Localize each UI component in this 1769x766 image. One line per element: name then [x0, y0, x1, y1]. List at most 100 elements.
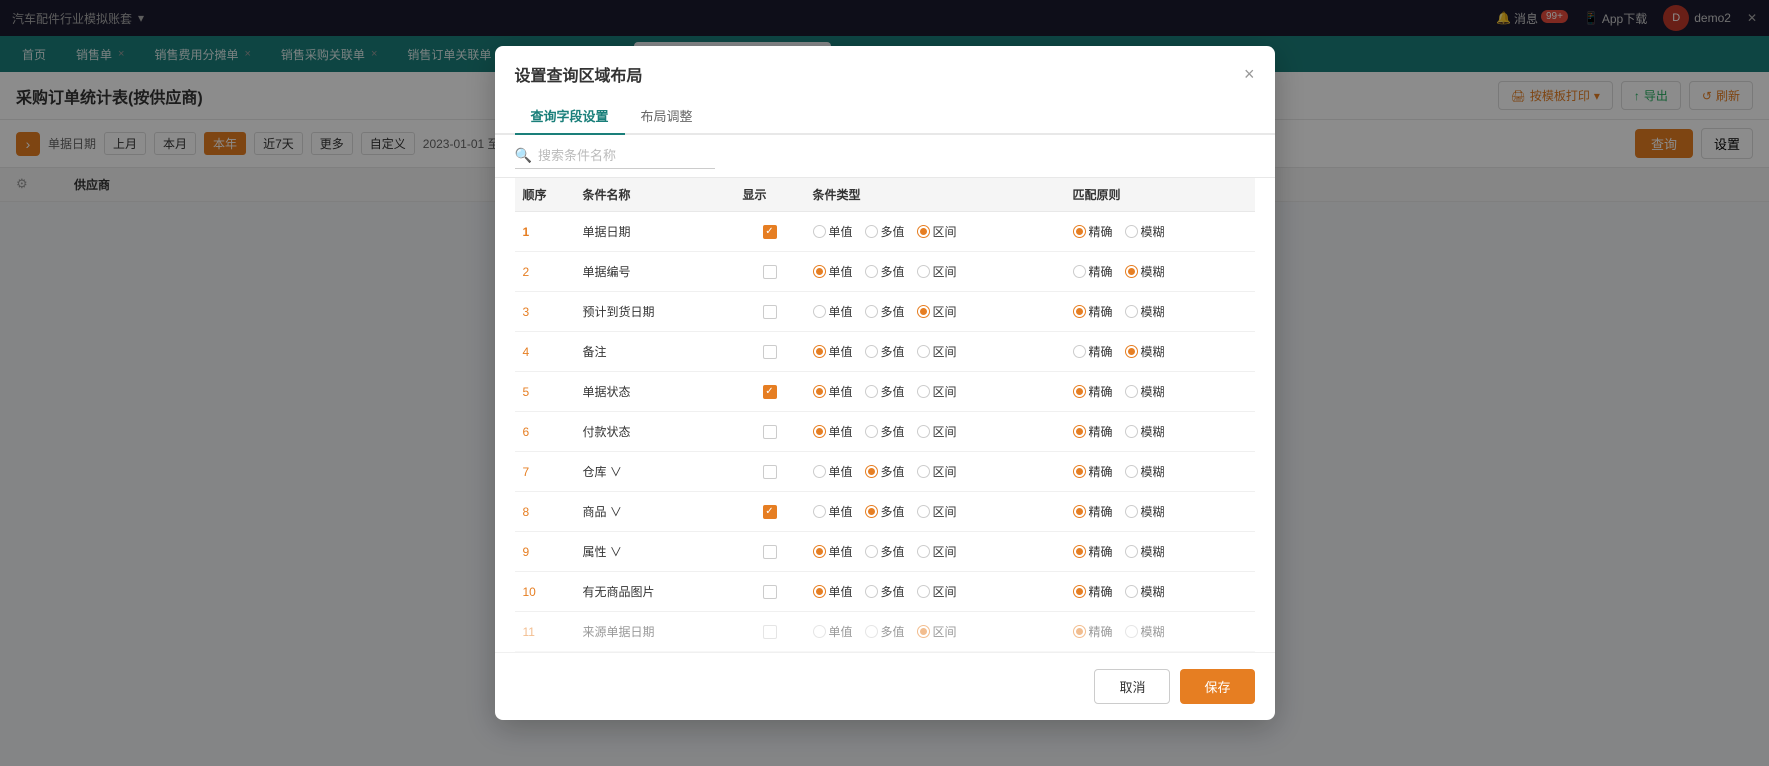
display-checkbox[interactable] [763, 625, 777, 639]
match-option-模糊[interactable]: 模糊 [1125, 343, 1165, 360]
display-checkbox[interactable]: ✓ [763, 385, 777, 399]
radio-label: 单值 [829, 503, 853, 520]
match-option-精确[interactable]: 精确 [1073, 543, 1113, 560]
type-option-单值[interactable]: 单值 [813, 623, 853, 640]
type-option-单值[interactable]: 单值 [813, 583, 853, 600]
display-checkbox[interactable] [763, 425, 777, 439]
type-option-多值[interactable]: 多值 [865, 543, 905, 560]
type-option-区间[interactable]: 区间 [917, 583, 957, 600]
type-option-多值[interactable]: 多值 [865, 503, 905, 520]
type-option-多值[interactable]: 多值 [865, 303, 905, 320]
cell-display[interactable] [735, 545, 805, 559]
type-option-区间[interactable]: 区间 [917, 463, 957, 480]
type-option-单值[interactable]: 单值 [813, 463, 853, 480]
display-checkbox[interactable] [763, 345, 777, 359]
match-option-精确[interactable]: 精确 [1073, 303, 1113, 320]
type-option-多值[interactable]: 多值 [865, 623, 905, 640]
type-option-单值[interactable]: 单值 [813, 423, 853, 440]
radio-circle [1125, 585, 1138, 598]
match-option-模糊[interactable]: 模糊 [1125, 383, 1165, 400]
match-option-精确[interactable]: 精确 [1073, 383, 1113, 400]
type-option-区间[interactable]: 区间 [917, 623, 957, 640]
type-option-单值[interactable]: 单值 [813, 543, 853, 560]
type-option-区间[interactable]: 区间 [917, 223, 957, 240]
display-checkbox[interactable]: ✓ [763, 505, 777, 519]
match-option-模糊[interactable]: 模糊 [1125, 423, 1165, 440]
search-input-wrap: 🔍 [515, 147, 715, 169]
display-checkbox[interactable] [763, 585, 777, 599]
radio-circle [865, 465, 878, 478]
type-option-单值[interactable]: 单值 [813, 263, 853, 280]
cell-display[interactable] [735, 625, 805, 639]
type-option-区间[interactable]: 区间 [917, 383, 957, 400]
match-radio-group: 精确模糊 [1073, 463, 1165, 480]
cell-display[interactable] [735, 345, 805, 359]
radio-label: 区间 [933, 423, 957, 440]
type-option-单值[interactable]: 单值 [813, 503, 853, 520]
type-option-单值[interactable]: 单值 [813, 303, 853, 320]
tab-layout[interactable]: 布局调整 [625, 98, 709, 135]
type-option-多值[interactable]: 多值 [865, 383, 905, 400]
type-option-区间[interactable]: 区间 [917, 343, 957, 360]
type-option-多值[interactable]: 多值 [865, 263, 905, 280]
cell-display[interactable]: ✓ [735, 385, 805, 399]
save-button[interactable]: 保存 [1180, 669, 1254, 704]
cell-display[interactable]: ✓ [735, 505, 805, 519]
match-option-模糊[interactable]: 模糊 [1125, 623, 1165, 640]
cell-display[interactable]: ✓ [735, 225, 805, 239]
match-option-模糊[interactable]: 模糊 [1125, 303, 1165, 320]
cell-display[interactable] [735, 465, 805, 479]
display-checkbox[interactable] [763, 305, 777, 319]
match-option-精确[interactable]: 精确 [1073, 343, 1113, 360]
display-checkbox[interactable]: ✓ [763, 225, 777, 239]
tab-query-fields[interactable]: 查询字段设置 [515, 98, 625, 135]
match-radio-group: 精确模糊 [1073, 503, 1165, 520]
cancel-button[interactable]: 取消 [1094, 669, 1170, 704]
type-option-区间[interactable]: 区间 [917, 263, 957, 280]
type-option-多值[interactable]: 多值 [865, 223, 905, 240]
match-option-模糊[interactable]: 模糊 [1125, 463, 1165, 480]
match-option-精确[interactable]: 精确 [1073, 463, 1113, 480]
match-option-模糊[interactable]: 模糊 [1125, 583, 1165, 600]
cell-order: 3 [515, 305, 575, 319]
order-number: 1 [523, 225, 530, 239]
cell-display[interactable] [735, 585, 805, 599]
order-number: 10 [523, 585, 536, 599]
cell-display[interactable] [735, 265, 805, 279]
match-option-精确[interactable]: 精确 [1073, 623, 1113, 640]
radio-circle [1073, 505, 1086, 518]
cell-display[interactable] [735, 305, 805, 319]
radio-label: 精确 [1089, 223, 1113, 240]
search-icon: 🔍 [515, 147, 532, 164]
radio-circle [865, 545, 878, 558]
match-option-模糊[interactable]: 模糊 [1125, 263, 1165, 280]
type-option-单值[interactable]: 单值 [813, 383, 853, 400]
type-option-多值[interactable]: 多值 [865, 343, 905, 360]
display-checkbox[interactable] [763, 265, 777, 279]
type-option-区间[interactable]: 区间 [917, 503, 957, 520]
cell-display[interactable] [735, 425, 805, 439]
match-option-精确[interactable]: 精确 [1073, 223, 1113, 240]
match-option-精确[interactable]: 精确 [1073, 423, 1113, 440]
dialog-close-button[interactable]: × [1244, 64, 1255, 85]
type-option-区间[interactable]: 区间 [917, 303, 957, 320]
type-option-区间[interactable]: 区间 [917, 543, 957, 560]
match-option-精确[interactable]: 精确 [1073, 583, 1113, 600]
type-option-多值[interactable]: 多值 [865, 423, 905, 440]
type-option-多值[interactable]: 多值 [865, 583, 905, 600]
match-option-精确[interactable]: 精确 [1073, 263, 1113, 280]
type-option-单值[interactable]: 单值 [813, 343, 853, 360]
display-checkbox[interactable] [763, 545, 777, 559]
display-checkbox[interactable] [763, 465, 777, 479]
match-option-模糊[interactable]: 模糊 [1125, 543, 1165, 560]
match-option-模糊[interactable]: 模糊 [1125, 223, 1165, 240]
match-option-精确[interactable]: 精确 [1073, 503, 1113, 520]
cell-order: 4 [515, 345, 575, 359]
type-option-单值[interactable]: 单值 [813, 223, 853, 240]
match-option-模糊[interactable]: 模糊 [1125, 503, 1165, 520]
type-option-多值[interactable]: 多值 [865, 463, 905, 480]
type-radio-group: 单值多值区间 [813, 343, 957, 360]
type-option-区间[interactable]: 区间 [917, 423, 957, 440]
radio-circle [1125, 625, 1138, 638]
search-input[interactable] [538, 148, 698, 163]
